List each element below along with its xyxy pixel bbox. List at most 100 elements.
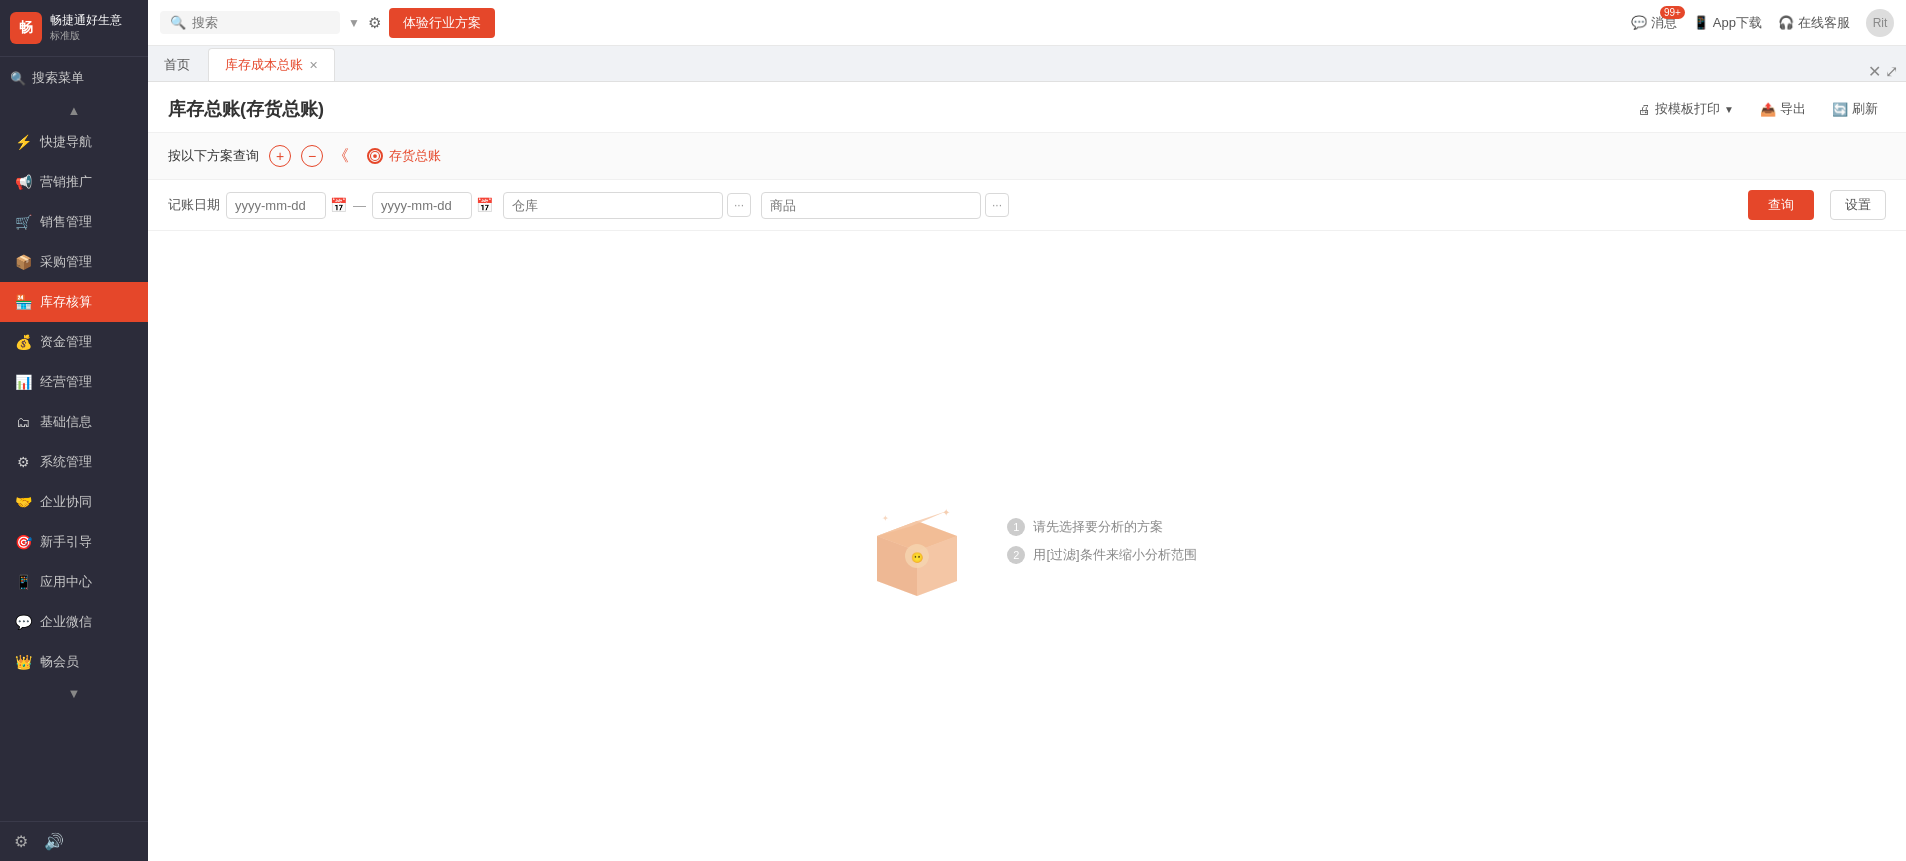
online-consult-button[interactable]: 🎧 在线客服 xyxy=(1778,14,1850,32)
svg-text:✦: ✦ xyxy=(882,514,889,523)
page-header: 库存总账(存货总账) 🖨 按模板打印 ▼ 📤 导出 🔄 刷新 xyxy=(148,82,1906,133)
export-button[interactable]: 📤 导出 xyxy=(1752,96,1814,122)
sidebar-item-system[interactable]: ⚙ 系统管理 xyxy=(0,442,148,482)
phone-icon: 📱 xyxy=(1693,15,1709,30)
filter-collapse-button[interactable]: 《 xyxy=(333,146,349,167)
sidebar-logo: 畅 畅捷通好生意 标准版 xyxy=(0,0,148,57)
sidebar-item-finance[interactable]: 💰 资金管理 xyxy=(0,322,148,362)
settings-bottom-icon[interactable]: ⚙ xyxy=(14,832,28,851)
apps-icon: 📱 xyxy=(14,574,32,590)
filter-bar: 按以下方案查询 + − 《 存货总账 xyxy=(148,133,1906,180)
warehouse-field: ··· xyxy=(503,192,751,219)
marketing-icon: 📢 xyxy=(14,174,32,190)
refresh-button[interactable]: 🔄 刷新 xyxy=(1824,96,1886,122)
page-action-buttons: 🖨 按模板打印 ▼ 📤 导出 🔄 刷新 xyxy=(1630,96,1886,122)
date-separator: — xyxy=(353,198,366,213)
basics-icon: 🗂 xyxy=(14,414,32,430)
topbar-search-field[interactable]: 🔍 xyxy=(160,11,340,34)
sidebar-item-wechat[interactable]: 💬 企业微信 xyxy=(0,602,148,642)
empty-hints: 1 请先选择要分析的方案 2 用[过滤]条件来缩小分析范围 xyxy=(1007,518,1196,574)
search-button[interactable]: 查询 xyxy=(1748,190,1814,220)
page-content: 库存总账(存货总账) 🖨 按模板打印 ▼ 📤 导出 🔄 刷新 按以下方案查 xyxy=(148,82,1906,861)
close-panel-icon[interactable]: ✕ xyxy=(1868,62,1881,81)
sidebar-search-area[interactable]: 🔍 搜索菜单 xyxy=(0,57,148,99)
app-download-button[interactable]: 📱 App下载 xyxy=(1693,14,1762,32)
goods-input[interactable] xyxy=(761,192,981,219)
wechat-icon: 💬 xyxy=(14,614,32,630)
tab-close-button[interactable]: ✕ xyxy=(309,59,318,72)
member-icon: 👑 xyxy=(14,654,32,670)
step-2-circle: 2 xyxy=(1007,546,1025,564)
filter-del-button[interactable]: − xyxy=(301,145,323,167)
scheme-icon xyxy=(367,148,383,164)
page-title: 库存总账(存货总账) xyxy=(168,97,324,121)
empty-box-svg: ✦ ✦ 😶 xyxy=(857,486,977,606)
app-badge: 标准版 xyxy=(50,29,122,43)
audio-bottom-icon[interactable]: 🔊 xyxy=(44,832,64,851)
date-start-input-group: 📅 xyxy=(226,192,347,219)
topbar-dropdown-chevron[interactable]: ▼ xyxy=(348,16,360,30)
filter-section-label: 按以下方案查询 xyxy=(168,147,259,165)
sidebar-nav: ▲ ⚡ 快捷导航 📢 营销推广 🛒 销售管理 📦 采购管理 🏪 库存核算 💰 资… xyxy=(0,99,148,821)
calendar-end-icon[interactable]: 📅 xyxy=(476,197,493,213)
operations-icon: 📊 xyxy=(14,374,32,390)
svg-text:😶: 😶 xyxy=(911,551,924,564)
user-avatar[interactable]: Rit xyxy=(1866,9,1894,37)
sidebar-item-basics[interactable]: 🗂 基础信息 xyxy=(0,402,148,442)
sidebar-item-purchase[interactable]: 📦 采购管理 xyxy=(0,242,148,282)
tab-inventory-ledger[interactable]: 库存成本总账 ✕ xyxy=(208,48,335,81)
search-icon: 🔍 xyxy=(10,71,26,86)
search-menu-button[interactable]: 🔍 搜索菜单 xyxy=(10,65,138,91)
headset-icon: 🎧 xyxy=(1778,15,1794,30)
sidebar-item-sales[interactable]: 🛒 销售管理 xyxy=(0,202,148,242)
svg-text:✦: ✦ xyxy=(942,507,950,518)
sidebar-bottom: ⚙ 🔊 xyxy=(0,821,148,861)
purchase-icon: 📦 xyxy=(14,254,32,270)
expand-icon[interactable]: ⤢ xyxy=(1885,62,1898,81)
industry-solution-button[interactable]: 体验行业方案 xyxy=(389,8,495,38)
print-template-button[interactable]: 🖨 按模板打印 ▼ xyxy=(1630,96,1742,122)
date-start-input[interactable] xyxy=(226,192,326,219)
minus-icon: − xyxy=(308,148,316,164)
sidebar-item-apps[interactable]: 📱 应用中心 xyxy=(0,562,148,602)
message-button[interactable]: 💬 消息 99+ xyxy=(1631,14,1677,32)
corp-icon: 🤝 xyxy=(14,494,32,510)
scroll-up-btn[interactable]: ▲ xyxy=(0,99,148,122)
sidebar-item-newbie[interactable]: 🎯 新手引导 xyxy=(0,522,148,562)
sidebar-item-inventory[interactable]: 🏪 库存核算 xyxy=(0,282,148,322)
app-name: 畅捷通好生意 xyxy=(50,13,122,29)
sidebar-item-member[interactable]: 👑 畅会员 xyxy=(0,642,148,682)
empty-hint-1: 1 请先选择要分析的方案 xyxy=(1007,518,1196,536)
goods-field: ··· xyxy=(761,192,1009,219)
sidebar-item-quick-nav[interactable]: ⚡ 快捷导航 xyxy=(0,122,148,162)
main-content-area: 🔍 ▼ ⚙ 体验行业方案 💬 消息 99+ 📱 App下载 🎧 在线客服 Rit xyxy=(148,0,1906,861)
svg-point-1 xyxy=(373,154,377,158)
sidebar-item-corp[interactable]: 🤝 企业协同 xyxy=(0,482,148,522)
system-icon: ⚙ xyxy=(14,454,32,470)
filter-add-button[interactable]: + xyxy=(269,145,291,167)
date-end-input[interactable] xyxy=(372,192,472,219)
message-icon: 💬 xyxy=(1631,15,1647,30)
topbar-right-actions: 💬 消息 99+ 📱 App下载 🎧 在线客服 Rit xyxy=(1631,9,1894,37)
warehouse-more-button[interactable]: ··· xyxy=(727,193,751,217)
sidebar: 畅 畅捷通好生意 标准版 🔍 搜索菜单 ▲ ⚡ 快捷导航 📢 营销推广 🛒 销售… xyxy=(0,0,148,861)
date-field: 记账日期 📅 — 📅 xyxy=(168,192,493,219)
settings-button[interactable]: 设置 xyxy=(1830,190,1886,220)
empty-hint-2: 2 用[过滤]条件来缩小分析范围 xyxy=(1007,546,1196,564)
goods-more-button[interactable]: ··· xyxy=(985,193,1009,217)
app-name-block: 畅捷通好生意 标准版 xyxy=(50,13,122,43)
topbar-search-input[interactable] xyxy=(192,15,312,30)
sidebar-item-operations[interactable]: 📊 经营管理 xyxy=(0,362,148,402)
warehouse-input[interactable] xyxy=(503,192,723,219)
tab-home[interactable]: 首页 xyxy=(148,49,206,81)
scheme-item-inventory-ledger[interactable]: 存货总账 xyxy=(359,143,449,169)
quick-nav-icon: ⚡ xyxy=(14,134,32,150)
sidebar-item-marketing[interactable]: 📢 营销推广 xyxy=(0,162,148,202)
topbar-gear-icon[interactable]: ⚙ xyxy=(368,14,381,32)
empty-illustration: ✦ ✦ 😶 xyxy=(857,486,977,606)
newbie-icon: 🎯 xyxy=(14,534,32,550)
scroll-down-btn[interactable]: ▼ xyxy=(0,682,148,705)
refresh-icon: 🔄 xyxy=(1832,102,1848,117)
calendar-start-icon[interactable]: 📅 xyxy=(330,197,347,213)
tabs-bar: 首页 库存成本总账 ✕ ✕ ⤢ xyxy=(148,46,1906,82)
